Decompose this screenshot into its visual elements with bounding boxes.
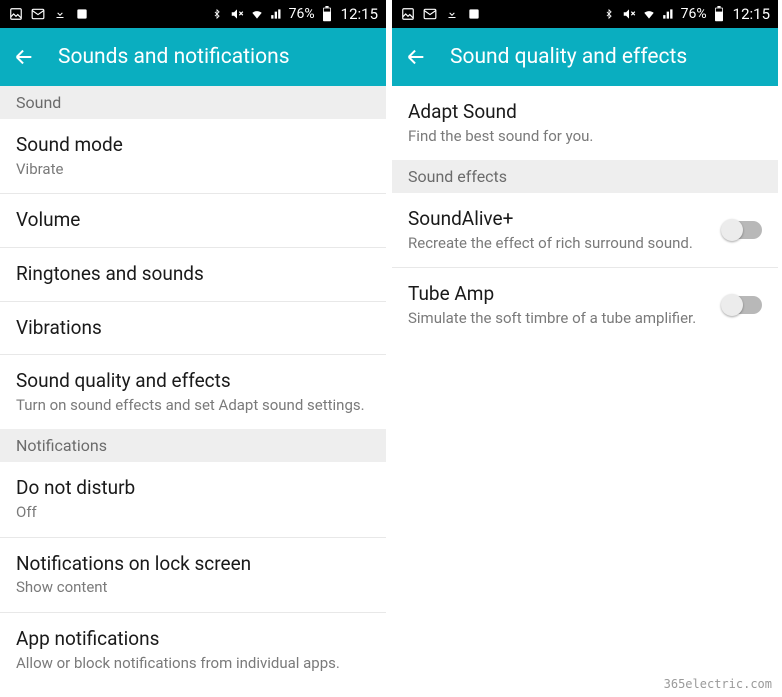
item-dnd[interactable]: Do not disturb Off [0,462,386,537]
mail-icon [422,6,438,22]
mail-icon [30,6,46,22]
item-sound-mode[interactable]: Sound mode Vibrate [0,119,386,194]
item-title: Vibrations [16,316,370,341]
app-bar: Sound quality and effects [392,28,778,86]
item-volume[interactable]: Volume [0,194,386,248]
left-screen: 76% 12:15 Sounds and notifications Sound… [0,0,386,687]
bluetooth-icon [209,6,225,22]
signal-icon [269,6,285,22]
toggle-soundalive[interactable] [722,221,762,239]
item-sub: Show content [16,578,370,598]
app-bar: Sounds and notifications [0,28,386,86]
item-sound-quality[interactable]: Sound quality and effects Turn on sound … [0,355,386,429]
battery-percent: 76% [289,6,315,22]
image-icon [400,6,416,22]
mute-icon [229,6,245,22]
wifi-icon [641,6,657,22]
back-arrow-icon[interactable] [404,45,428,69]
watermark: 365electric.com [664,677,772,691]
item-vibrations[interactable]: Vibrations [0,302,386,356]
item-title: Volume [16,208,370,233]
section-notifications: Notifications [0,429,386,462]
clock: 12:15 [733,5,770,23]
item-title: Tube Amp [408,282,712,307]
item-lock-notifs[interactable]: Notifications on lock screen Show conten… [0,538,386,613]
battery-icon [319,6,335,22]
section-sound: Sound [0,86,386,119]
item-title: SoundAlive+ [408,207,712,232]
page-title: Sounds and notifications [58,45,290,69]
status-bar: 76% 12:15 [392,0,778,28]
battery-percent: 76% [681,6,707,22]
item-sub: Simulate the soft timbre of a tube ampli… [408,309,712,329]
app-icon [466,6,482,22]
mute-icon [621,6,637,22]
toggle-tubeamp[interactable] [722,296,762,314]
section-sound-effects: Sound effects [392,160,778,193]
item-title: Sound mode [16,133,370,158]
bluetooth-icon [601,6,617,22]
item-sub: Find the best sound for you. [408,127,762,147]
page-title: Sound quality and effects [450,45,687,69]
item-adapt-sound[interactable]: Adapt Sound Find the best sound for you. [392,86,778,160]
item-title: Adapt Sound [408,100,762,125]
item-soundalive[interactable]: SoundAlive+ Recreate the effect of rich … [392,193,778,268]
back-arrow-icon[interactable] [12,45,36,69]
item-sub: Turn on sound effects and set Adapt soun… [16,396,370,416]
image-icon [8,6,24,22]
app-icon [74,6,90,22]
item-sub: Vibrate [16,160,370,180]
item-title: App notifications [16,627,370,652]
clock: 12:15 [341,5,378,23]
item-title: Do not disturb [16,476,370,501]
item-sub: Off [16,503,370,523]
download-icon [444,6,460,22]
item-tubeamp[interactable]: Tube Amp Simulate the soft timbre of a t… [392,268,778,342]
item-sub: Allow or block notifications from indivi… [16,654,370,674]
item-title: Sound quality and effects [16,369,370,394]
item-title: Ringtones and sounds [16,262,370,287]
item-title: Notifications on lock screen [16,552,370,577]
item-ringtones[interactable]: Ringtones and sounds [0,248,386,302]
battery-icon [711,6,727,22]
download-icon [52,6,68,22]
wifi-icon [249,6,265,22]
item-app-notifs[interactable]: App notifications Allow or block notific… [0,613,386,687]
item-sub: Recreate the effect of rich surround sou… [408,234,712,254]
status-bar: 76% 12:15 [0,0,386,28]
signal-icon [661,6,677,22]
right-screen: 76% 12:15 Sound quality and effects Adap… [392,0,778,687]
